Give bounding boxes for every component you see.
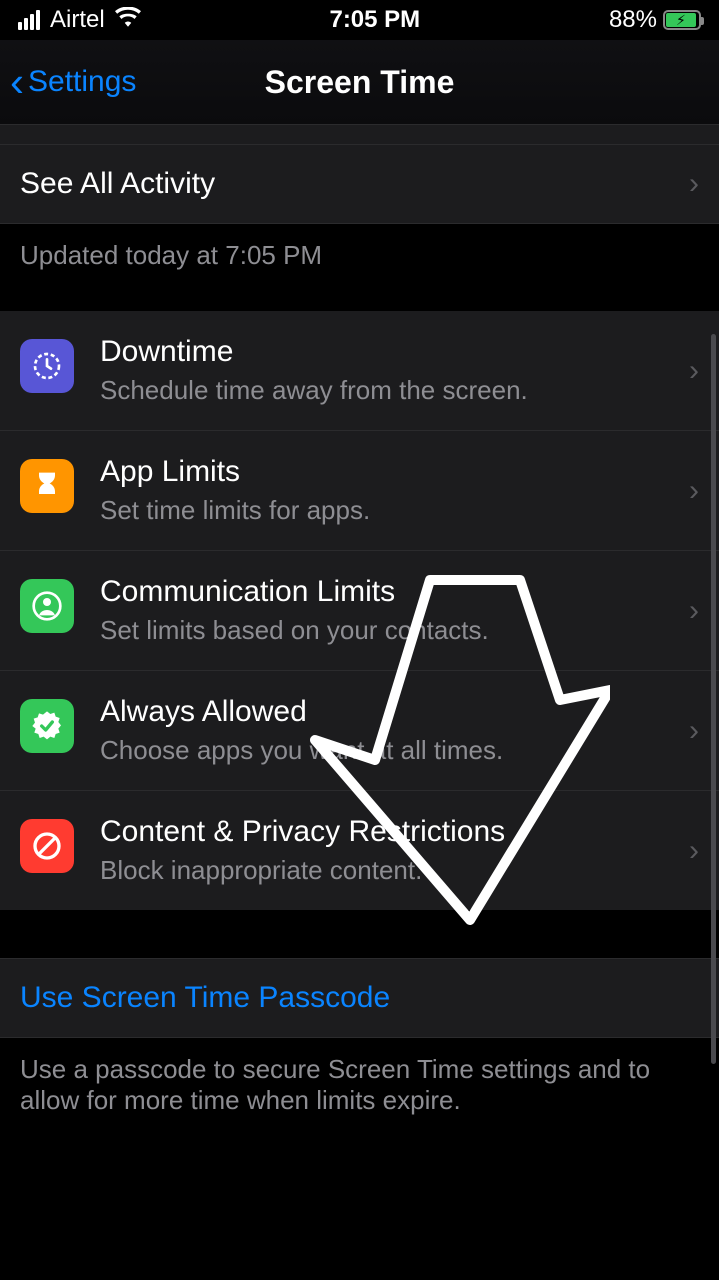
back-label: Settings	[28, 65, 136, 99]
content-privacy-subtitle: Block inappropriate content.	[100, 855, 689, 886]
communication-limits-title: Communication Limits	[100, 575, 689, 609]
chevron-right-icon: ›	[689, 354, 699, 388]
cellular-signal-icon	[18, 10, 40, 30]
communication-limits-subtitle: Set limits based on your contacts.	[100, 615, 689, 646]
battery-percent: 88%	[609, 6, 657, 34]
battery-icon: ⚡︎	[663, 10, 701, 30]
chevron-right-icon: ›	[689, 714, 699, 748]
app-limits-cell[interactable]: App Limits Set time limits for apps. ›	[0, 431, 719, 551]
chevron-right-icon: ›	[689, 834, 699, 868]
checkmark-seal-icon	[20, 699, 74, 753]
downtime-title: Downtime	[100, 335, 689, 369]
status-bar: Airtel 7:05 PM 88% ⚡︎	[0, 0, 719, 40]
see-all-activity-cell[interactable]: See All Activity ›	[0, 145, 719, 224]
status-left: Airtel	[18, 6, 141, 34]
status-right: 88% ⚡︎	[609, 6, 701, 34]
downtime-icon	[20, 339, 74, 393]
downtime-subtitle: Schedule time away from the screen.	[100, 375, 689, 406]
use-passcode-cell[interactable]: Use Screen Time Passcode	[0, 958, 719, 1038]
content-privacy-title: Content & Privacy Restrictions	[100, 815, 689, 849]
status-time: 7:05 PM	[329, 6, 420, 34]
communication-limits-cell[interactable]: Communication Limits Set limits based on…	[0, 551, 719, 671]
app-limits-title: App Limits	[100, 455, 689, 489]
use-passcode-label: Use Screen Time Passcode	[20, 981, 390, 1015]
hourglass-icon	[20, 459, 74, 513]
chevron-right-icon: ›	[689, 594, 699, 628]
chevron-right-icon: ›	[689, 474, 699, 508]
app-limits-subtitle: Set time limits for apps.	[100, 495, 689, 526]
chevron-left-icon: ‹	[10, 61, 24, 103]
no-entry-icon	[20, 819, 74, 873]
chevron-right-icon: ›	[689, 167, 699, 201]
page-title: Screen Time	[265, 64, 455, 101]
back-button[interactable]: ‹ Settings	[10, 61, 136, 103]
see-all-activity-label: See All Activity	[20, 167, 215, 201]
always-allowed-subtitle: Choose apps you want at all times.	[100, 735, 689, 766]
always-allowed-title: Always Allowed	[100, 695, 689, 729]
content-privacy-cell[interactable]: Content & Privacy Restrictions Block ina…	[0, 791, 719, 910]
downtime-cell[interactable]: Downtime Schedule time away from the scr…	[0, 311, 719, 431]
scroll-indicator[interactable]	[711, 334, 716, 1064]
nav-bar: ‹ Settings Screen Time	[0, 40, 719, 125]
passcode-footer: Use a passcode to secure Screen Time set…	[0, 1038, 719, 1156]
updated-footer: Updated today at 7:05 PM	[0, 224, 719, 311]
always-allowed-cell[interactable]: Always Allowed Choose apps you want at a…	[0, 671, 719, 791]
contact-icon	[20, 579, 74, 633]
carrier-label: Airtel	[50, 6, 105, 34]
wifi-icon	[115, 6, 141, 34]
